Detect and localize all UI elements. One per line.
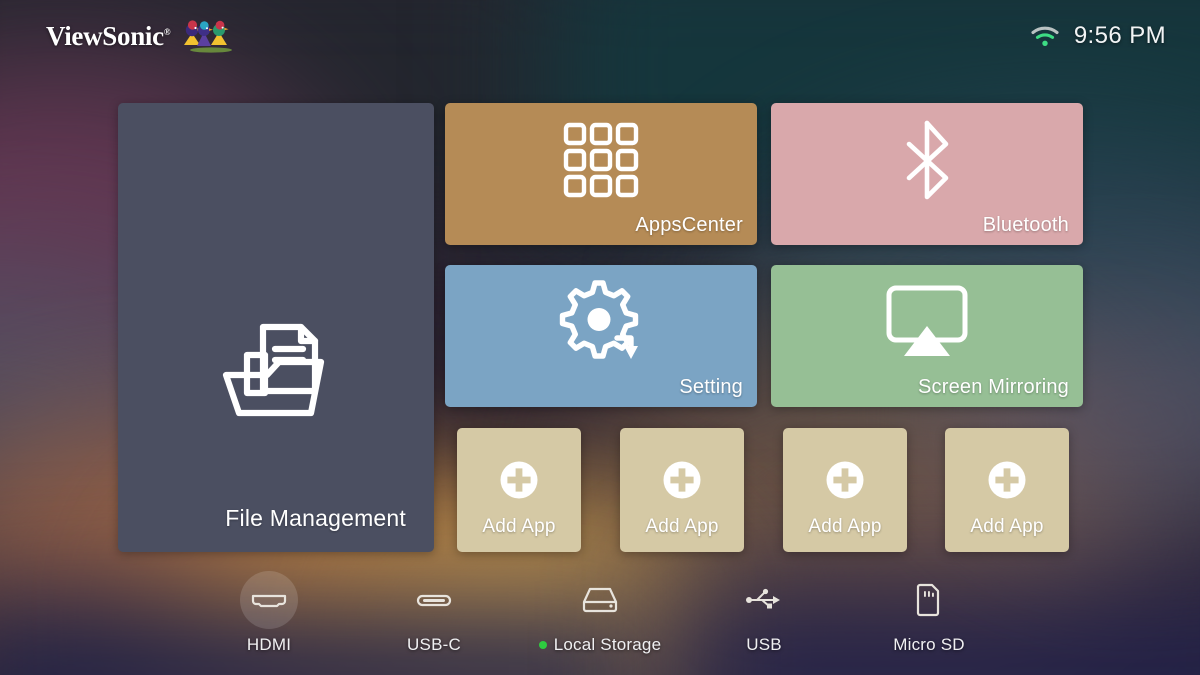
input-source-bar: HDMI USB-C Local Storage USB Micro SD xyxy=(0,571,1200,667)
source-label: HDMI xyxy=(246,635,292,654)
plus-circle-icon xyxy=(945,458,1069,502)
brand-name: ViewSonic® xyxy=(46,20,171,51)
folder-document-icon xyxy=(118,315,434,427)
source-text: USB xyxy=(746,635,782,655)
source-text: USB-C xyxy=(407,635,461,655)
status-dot-online xyxy=(538,641,547,649)
tile-label: Add App xyxy=(970,516,1044,537)
source-label: Local Storage xyxy=(553,635,662,654)
source-text: Micro SD xyxy=(893,635,965,655)
source-item-usb[interactable]: USB xyxy=(694,571,834,655)
plus-circle-icon xyxy=(457,458,581,502)
source-item-usb-c[interactable]: USB-C xyxy=(364,571,504,655)
hard-drive-icon xyxy=(582,587,618,613)
tile-label: File Management xyxy=(225,505,406,531)
hdmi-port-icon xyxy=(251,594,287,608)
source-text: Local Storage xyxy=(538,635,662,655)
viewsonic-finch-logo-icon xyxy=(184,20,233,53)
tile-screen-mirroring[interactable]: Screen Mirroring xyxy=(771,265,1083,407)
tile-label: AppsCenter xyxy=(635,214,743,236)
source-selection-highlight xyxy=(240,571,298,629)
tile-label: Bluetooth xyxy=(982,214,1069,236)
tile-label: Screen Mirroring xyxy=(917,376,1069,398)
source-text: HDMI xyxy=(247,635,291,655)
source-item-hdmi[interactable]: HDMI xyxy=(199,571,339,655)
clock: 9:56 PM xyxy=(1073,22,1166,49)
tile-add-app[interactable]: Add App xyxy=(783,428,907,552)
tile-apps-center[interactable]: AppsCenter xyxy=(445,103,757,245)
source-selection-highlight xyxy=(900,571,958,629)
tile-label: Add App xyxy=(808,516,882,537)
tile-add-app[interactable]: Add App xyxy=(457,428,581,552)
tile-bluetooth[interactable]: Bluetooth xyxy=(771,103,1083,245)
grid-3x3-icon xyxy=(445,121,757,199)
wifi-icon xyxy=(1031,26,1059,46)
source-selection-highlight xyxy=(735,571,793,629)
brand-logo: ViewSonic® xyxy=(46,19,234,53)
top-status-bar: ViewSonic® 9:56 PM xyxy=(0,0,1200,72)
sd-card-icon xyxy=(916,583,940,617)
screen-cast-icon xyxy=(771,283,1083,361)
tile-setting[interactable]: Setting xyxy=(445,265,757,407)
source-item-local-storage[interactable]: Local Storage xyxy=(530,571,670,655)
plus-circle-icon xyxy=(620,458,744,502)
source-label: USB xyxy=(746,635,782,654)
source-label: Micro SD xyxy=(893,635,965,654)
source-label: USB-C xyxy=(407,635,461,654)
tile-label: Add App xyxy=(645,516,719,537)
status-indicators: 9:56 PM xyxy=(1030,22,1166,50)
source-selection-highlight xyxy=(571,571,629,629)
usb-c-port-icon xyxy=(416,594,452,607)
tile-label: Setting xyxy=(679,376,743,398)
usb-icon xyxy=(746,588,780,609)
tile-add-app[interactable]: Add App xyxy=(945,428,1069,552)
gear-icon xyxy=(445,280,757,361)
tile-file-management[interactable]: File Management xyxy=(118,103,434,552)
tile-add-app[interactable]: Add App xyxy=(620,428,744,552)
source-item-micro-sd[interactable]: Micro SD xyxy=(859,571,999,655)
plus-circle-icon xyxy=(783,458,907,502)
tile-label: Add App xyxy=(482,516,556,537)
registered-mark: ® xyxy=(163,26,171,37)
source-selection-highlight xyxy=(405,571,463,629)
bluetooth-icon xyxy=(771,120,1083,200)
